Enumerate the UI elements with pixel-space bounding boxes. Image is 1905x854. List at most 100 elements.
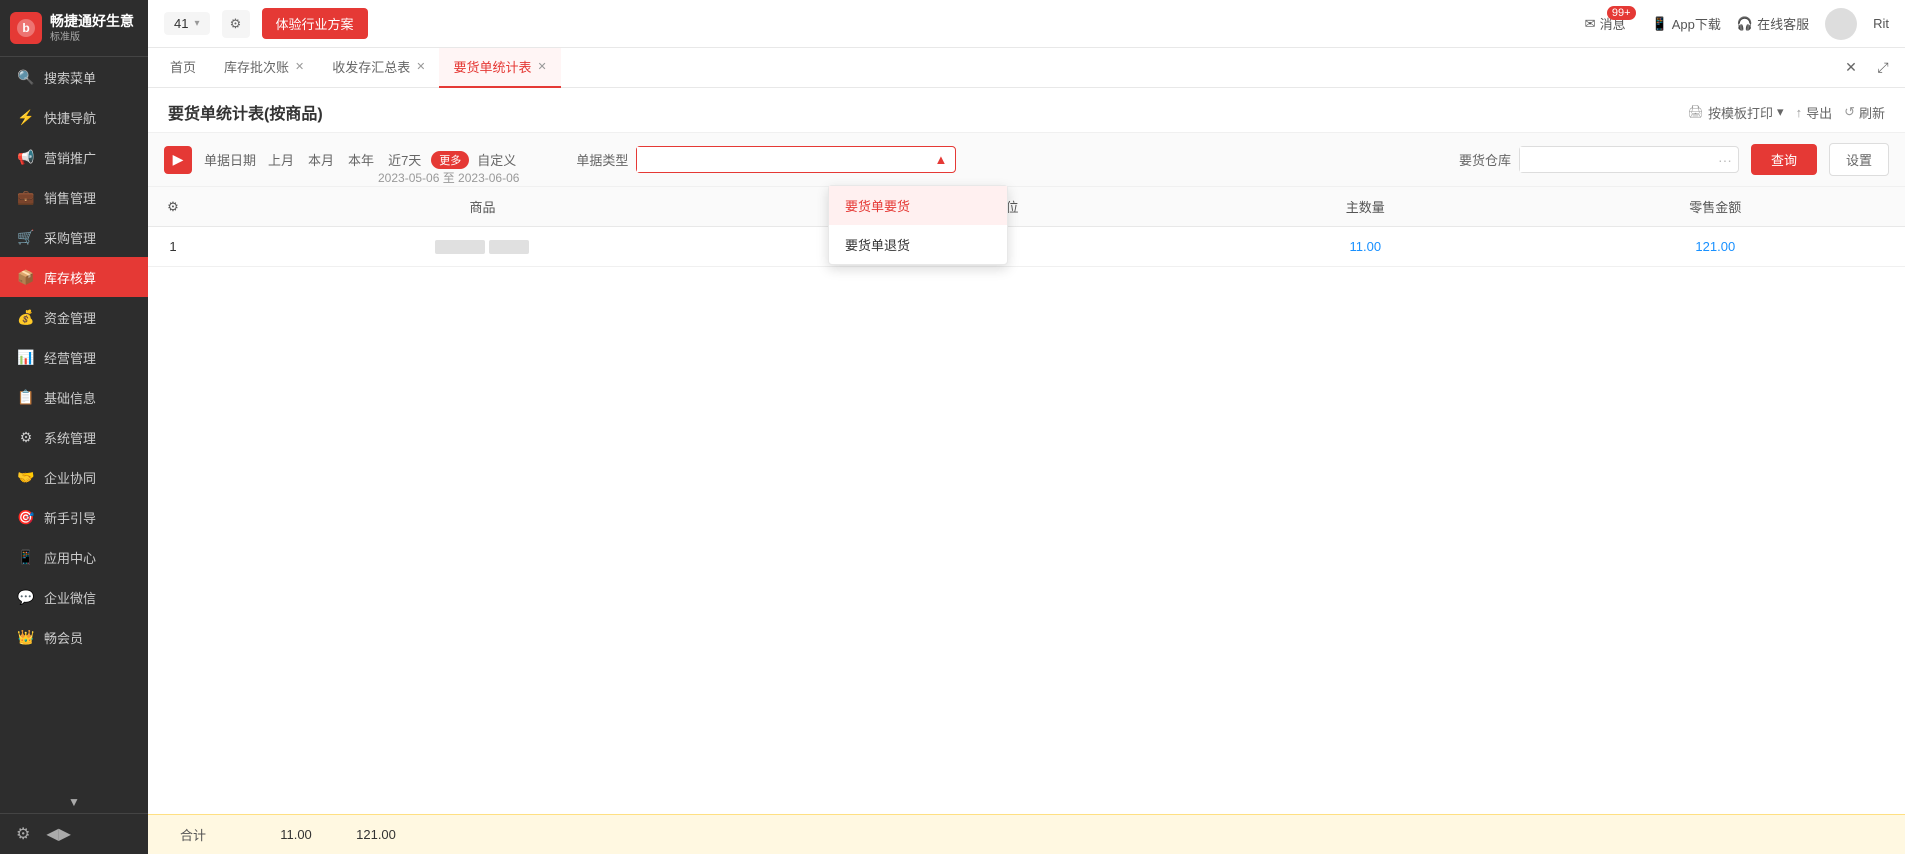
date-shortcut-last-month[interactable]: 上月: [264, 148, 298, 171]
online-service-button[interactable]: 🎧 在线客服: [1737, 14, 1809, 33]
warehouse-filter-more-icon[interactable]: ···: [1712, 152, 1738, 168]
sidebar-nav: 🔍 搜索菜单 ⚡ 快捷导航 📢 营销推广 💼 销售管理 🛒 采购管理 📦 库存核…: [0, 57, 148, 791]
print-label: 按模板打印: [1708, 103, 1773, 122]
type-filter-label: 单据类型: [576, 150, 628, 169]
sidebar-item-quick-nav[interactable]: ⚡ 快捷导航: [0, 97, 148, 137]
date-custom-button[interactable]: 自定义: [477, 150, 516, 169]
message-button[interactable]: ✉ 消息 99+: [1585, 14, 1626, 33]
export-icon: ↑: [1796, 105, 1803, 120]
sidebar-item-app-center[interactable]: 📱 应用中心: [0, 537, 148, 577]
member-icon: 👑: [16, 627, 36, 647]
svg-text:b: b: [22, 21, 29, 35]
sidebar-item-search[interactable]: 🔍 搜索菜单: [0, 57, 148, 97]
table-row: 1 块 11.00 121.00: [148, 227, 1905, 267]
tab-home[interactable]: 首页: [156, 48, 210, 88]
app-center-icon: 📱: [16, 547, 36, 567]
store-selector[interactable]: 41 ▾: [164, 12, 210, 35]
sidebar-collapse-icon[interactable]: ◀▶: [46, 824, 71, 844]
enterprise-icon: 🤝: [16, 467, 36, 487]
page-content: 要货单统计表(按商品) 🖨 按模板打印 ▾ ↑ 导出 ↺ 刷新: [148, 88, 1905, 854]
tab-label: 库存批次账: [224, 57, 289, 76]
online-service-icon: 🎧: [1737, 16, 1753, 32]
sidebar-item-guide[interactable]: 🎯 新手引导: [0, 497, 148, 537]
store-name: 41: [174, 16, 188, 31]
finance-icon: 💰: [16, 307, 36, 327]
dropdown-item-order-goods[interactable]: 要货单要货: [829, 186, 1007, 225]
sidebar-item-operation[interactable]: 📊 经营管理: [0, 337, 148, 377]
date-shortcut-more[interactable]: 更多: [431, 151, 469, 169]
app-download-button[interactable]: 📱 App下载: [1652, 14, 1721, 33]
col-amount: 零售金额: [1526, 187, 1905, 227]
guide-icon: 🎯: [16, 507, 36, 527]
type-filter-chevron-up-icon[interactable]: ▲: [926, 152, 955, 167]
system-icon: ⚙: [16, 427, 36, 447]
tab-order-stat[interactable]: 要货单统计表 ✕: [439, 48, 560, 88]
refresh-button[interactable]: ↺ 刷新: [1844, 103, 1885, 122]
sidebar-item-basic[interactable]: 📋 基础信息: [0, 377, 148, 417]
data-table: ⚙ 商品 主计量单位 主数量 零售金额 1: [148, 187, 1905, 267]
date-filter-label: 单据日期: [204, 150, 256, 169]
col-settings[interactable]: ⚙: [148, 187, 198, 227]
sidebar-item-wechat[interactable]: 💬 企业微信: [0, 577, 148, 617]
sidebar-item-label: 应用中心: [44, 548, 96, 567]
tab-close-icon[interactable]: ✕: [538, 60, 547, 73]
sidebar-item-enterprise[interactable]: 🤝 企业协同: [0, 457, 148, 497]
sidebar-item-label: 企业微信: [44, 588, 96, 607]
sidebar-item-system[interactable]: ⚙ 系统管理: [0, 417, 148, 457]
page-header: 要货单统计表(按商品) 🖨 按模板打印 ▾ ↑ 导出 ↺ 刷新: [148, 88, 1905, 133]
page-title: 要货单统计表(按商品): [168, 100, 323, 124]
row-quantity: 11.00: [1205, 227, 1526, 267]
user-avatar[interactable]: [1825, 8, 1857, 40]
tab-receipt[interactable]: 收发存汇总表 ✕: [318, 48, 439, 88]
warehouse-filter-input[interactable]: [1520, 147, 1712, 172]
sidebar-item-label: 系统管理: [44, 428, 96, 447]
type-filter-input[interactable]: [637, 147, 926, 172]
sidebar-item-label: 快捷导航: [44, 108, 96, 127]
tab-batch[interactable]: 库存批次账 ✕: [210, 48, 318, 88]
tab-close-icon[interactable]: ✕: [295, 60, 304, 73]
top-header: 41 ▾ ⚙ 体验行业方案 ✉ 消息 99+ 📱 App下载 🎧 在线客服 Ri…: [148, 0, 1905, 48]
footer-amount: 121.00: [336, 827, 416, 842]
col-quantity: 主数量: [1205, 187, 1526, 227]
message-icon: ✉: [1585, 16, 1596, 32]
filter-expand-button[interactable]: ▶: [164, 146, 192, 174]
tabs-close-all-button[interactable]: ✕: [1837, 54, 1865, 82]
dropdown-item-order-return[interactable]: 要货单退货: [829, 225, 1007, 264]
refresh-icon: ↺: [1844, 104, 1855, 120]
warehouse-filter-label: 要货仓库: [1459, 150, 1511, 169]
sidebar-item-purchase[interactable]: 🛒 采购管理: [0, 217, 148, 257]
main-content: 41 ▾ ⚙ 体验行业方案 ✉ 消息 99+ 📱 App下载 🎧 在线客服 Ri…: [148, 0, 1905, 854]
purchase-icon: 🛒: [16, 227, 36, 247]
export-button[interactable]: ↑ 导出: [1796, 103, 1833, 122]
query-button[interactable]: 查询: [1751, 144, 1817, 175]
sidebar-item-sales[interactable]: 💼 销售管理: [0, 177, 148, 217]
sidebar-item-member[interactable]: 👑 畅会员: [0, 617, 148, 657]
sidebar-item-label: 企业协同: [44, 468, 96, 487]
row-amount: 121.00: [1526, 227, 1905, 267]
date-shortcut-this-month[interactable]: 本月: [304, 148, 338, 171]
warehouse-filter-wrapper: ···: [1519, 146, 1739, 173]
date-shortcut-7days[interactable]: 近7天: [384, 148, 425, 171]
header-settings-button[interactable]: ⚙: [222, 10, 250, 38]
tab-close-icon[interactable]: ✕: [416, 60, 425, 73]
type-filter-wrapper: ▲: [636, 146, 956, 173]
filter-settings-button[interactable]: 设置: [1829, 143, 1889, 176]
app-logo-icon: b: [10, 12, 42, 44]
sidebar-bottom: ⚙ ◀▶: [0, 813, 148, 854]
date-shortcut-this-year[interactable]: 本年: [344, 148, 378, 171]
sidebar-logo: b 畅捷通好生意 标准版: [0, 0, 148, 57]
sidebar-item-label: 基础信息: [44, 388, 96, 407]
tab-label: 收发存汇总表: [332, 57, 410, 76]
trial-button[interactable]: 体验行业方案: [262, 8, 368, 39]
footer-quantity: 11.00: [256, 827, 336, 842]
sidebar-settings-icon[interactable]: ⚙: [16, 824, 30, 844]
row-product: [198, 227, 767, 267]
sidebar-item-inventory[interactable]: 📦 库存核算: [0, 257, 148, 297]
sidebar-scroll-down[interactable]: ▼: [0, 791, 148, 813]
sidebar-item-label: 营销推广: [44, 148, 96, 167]
warehouse-filter-group: 要货仓库 ···: [1459, 146, 1739, 173]
sidebar-item-marketing[interactable]: 📢 营销推广: [0, 137, 148, 177]
print-template-button[interactable]: 🖨 按模板打印 ▾: [1688, 103, 1784, 122]
sidebar-item-finance[interactable]: 💰 资金管理: [0, 297, 148, 337]
tabs-maximize-button[interactable]: ⤢: [1869, 54, 1897, 82]
